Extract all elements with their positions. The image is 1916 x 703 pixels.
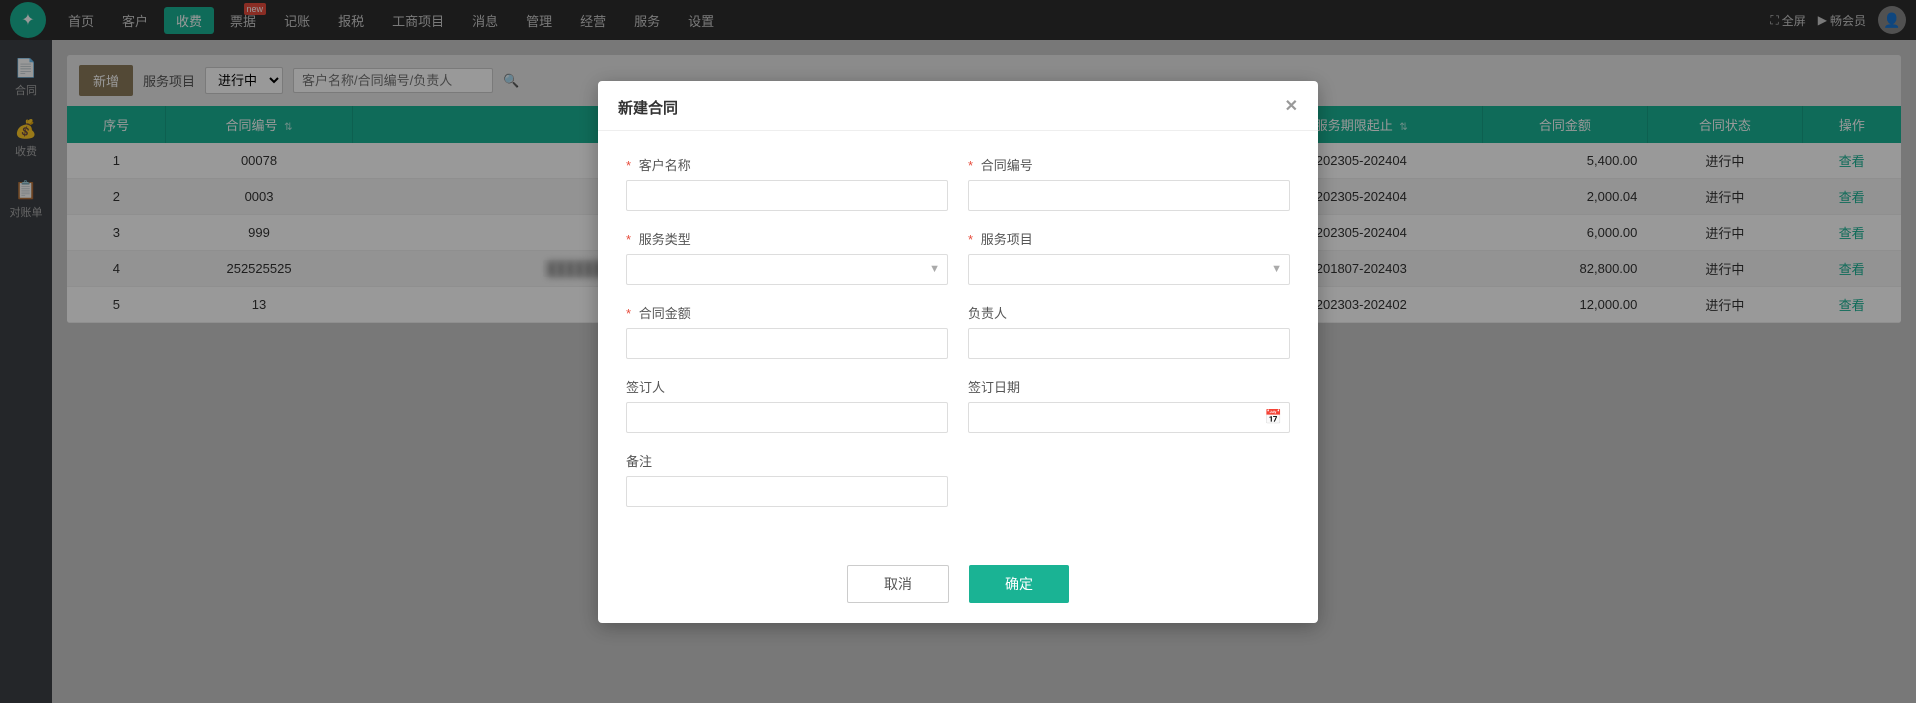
field-service-item: * 服务项目 ▼ bbox=[968, 229, 1290, 285]
service-item-select-wrap: ▼ bbox=[968, 254, 1290, 285]
required-mark-3: * bbox=[626, 232, 631, 247]
label-responsible: 负责人 bbox=[968, 303, 1290, 322]
label-contract-amount: * 合同金额 bbox=[626, 303, 948, 322]
label-service-item: * 服务项目 bbox=[968, 229, 1290, 248]
dialog-close-button[interactable]: ✕ bbox=[1285, 99, 1298, 115]
dialog-body: * 客户名称 * 合同编号 * bbox=[598, 131, 1318, 549]
field-customer-name: * 客户名称 bbox=[626, 155, 948, 211]
service-type-select-wrap: ▼ bbox=[626, 254, 948, 285]
confirm-button[interactable]: 确定 bbox=[969, 565, 1069, 603]
label-service-type: * 服务类型 bbox=[626, 229, 948, 248]
form-row-4: 签订人 签订日期 2023-06-06 📅 bbox=[626, 377, 1290, 433]
input-customer-name[interactable] bbox=[626, 180, 948, 211]
label-sign-date: 签订日期 bbox=[968, 377, 1290, 396]
form-row-1: * 客户名称 * 合同编号 bbox=[626, 155, 1290, 211]
input-contract-amount[interactable]: 0.00 bbox=[626, 328, 948, 359]
required-mark-2: * bbox=[968, 158, 973, 173]
sign-date-wrap: 2023-06-06 📅 bbox=[968, 402, 1290, 433]
field-placeholder bbox=[968, 451, 1290, 507]
input-sign-date[interactable]: 2023-06-06 bbox=[968, 402, 1290, 433]
field-sign-date: 签订日期 2023-06-06 📅 bbox=[968, 377, 1290, 433]
required-mark-4: * bbox=[968, 232, 973, 247]
form-row-3: * 合同金额 0.00 负责人 bbox=[626, 303, 1290, 359]
label-notes: 备注 bbox=[626, 451, 948, 470]
select-service-item[interactable] bbox=[968, 254, 1290, 285]
dialog-footer: 取消 确定 bbox=[598, 549, 1318, 623]
dialog-title: 新建合同 bbox=[618, 97, 678, 118]
input-notes[interactable] bbox=[626, 476, 948, 507]
form-row-2: * 服务类型 ▼ * 服务项目 ▼ bbox=[626, 229, 1290, 285]
form-row-5: 备注 bbox=[626, 451, 1290, 507]
field-responsible: 负责人 bbox=[968, 303, 1290, 359]
field-contract-no: * 合同编号 bbox=[968, 155, 1290, 211]
required-mark-5: * bbox=[626, 306, 631, 321]
modal-overlay[interactable]: 新建合同 ✕ * 客户名称 * 合同编号 bbox=[0, 0, 1916, 703]
label-contract-no: * 合同编号 bbox=[968, 155, 1290, 174]
new-contract-dialog: 新建合同 ✕ * 客户名称 * 合同编号 bbox=[598, 81, 1318, 623]
field-contract-amount: * 合同金额 0.00 bbox=[626, 303, 948, 359]
cancel-button[interactable]: 取消 bbox=[847, 565, 949, 603]
dialog-header: 新建合同 ✕ bbox=[598, 81, 1318, 131]
field-service-type: * 服务类型 ▼ bbox=[626, 229, 948, 285]
select-service-type[interactable] bbox=[626, 254, 948, 285]
input-contract-no[interactable] bbox=[968, 180, 1290, 211]
label-customer-name: * 客户名称 bbox=[626, 155, 948, 174]
label-signer: 签订人 bbox=[626, 377, 948, 396]
input-signer[interactable] bbox=[626, 402, 948, 433]
calendar-icon[interactable]: 📅 bbox=[1265, 409, 1282, 426]
required-mark-1: * bbox=[626, 158, 631, 173]
field-signer: 签订人 bbox=[626, 377, 948, 433]
input-responsible[interactable] bbox=[968, 328, 1290, 359]
field-notes: 备注 bbox=[626, 451, 948, 507]
